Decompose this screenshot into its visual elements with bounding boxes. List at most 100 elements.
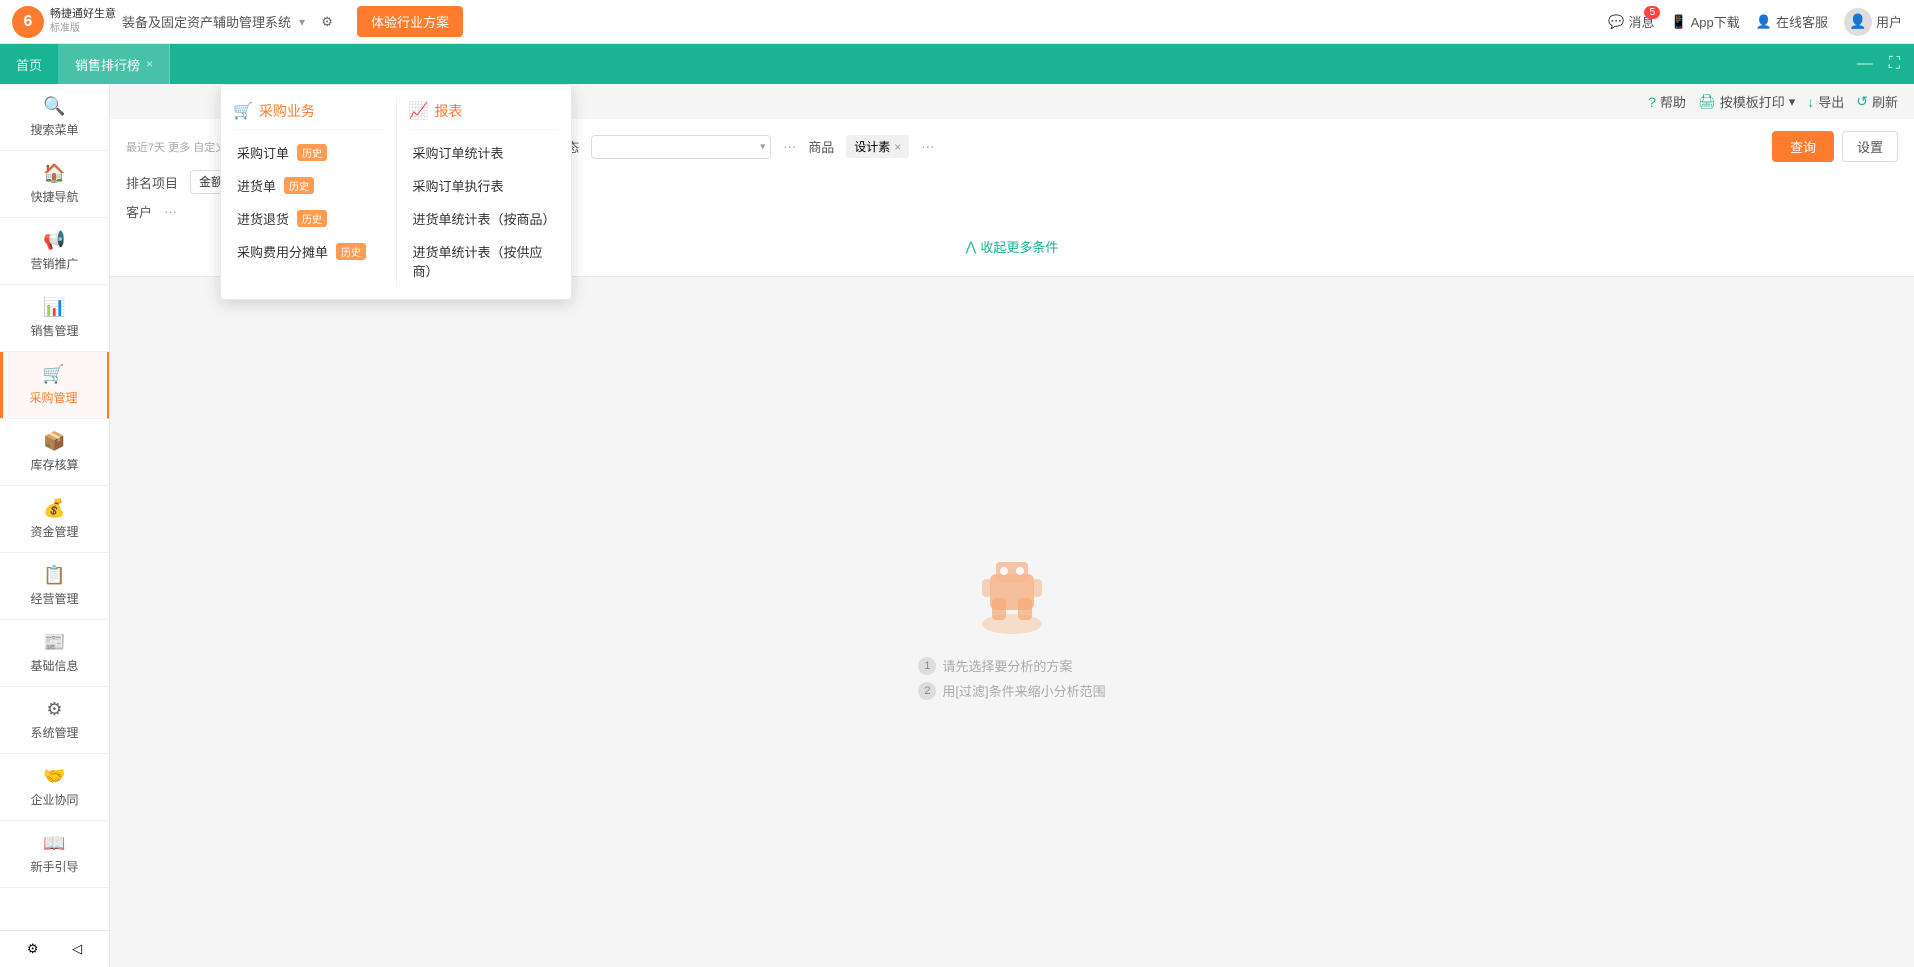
- enterprise-icon: 🤝: [43, 766, 65, 787]
- sidebar-label-nav: 快捷导航: [30, 188, 78, 205]
- sidebar-item-basic[interactable]: 📰 基础信息: [0, 620, 109, 687]
- empty-robot-svg: [962, 544, 1062, 644]
- phone-icon: 📱: [1670, 14, 1686, 30]
- order-status-select-wrap: ▾: [591, 135, 771, 159]
- online-service-btn[interactable]: 👤 在线客服: [1756, 12, 1828, 31]
- export-icon: ↓: [1807, 94, 1814, 110]
- tab-bar: 首页 销售排行榜 × — ⛶: [0, 44, 1914, 84]
- top-header: 6 畅捷通好生意 标准版 装备及固定资产辅助管理系统 ▾ ⚙ 体验行业方案 💬 …: [0, 0, 1914, 44]
- industry-btn[interactable]: 体验行业方案: [357, 6, 463, 37]
- home-icon: 🏠: [43, 163, 65, 184]
- tab-maximize-btn[interactable]: ⛶: [1883, 51, 1906, 77]
- print-btn[interactable]: 🖨 按模板打印 ▾: [1698, 92, 1795, 111]
- sidebar-item-finance[interactable]: 💰 资金管理: [0, 486, 109, 553]
- sales-icon: 📊: [43, 297, 65, 318]
- refresh-btn[interactable]: ↺ 刷新: [1856, 92, 1898, 111]
- dropdown-item-order-exec[interactable]: 采购订单执行表: [409, 169, 560, 202]
- product-dots: ···: [921, 139, 934, 154]
- tab-home-label: 首页: [16, 55, 42, 74]
- tab-sales-rank[interactable]: 销售排行榜 ×: [59, 44, 170, 84]
- active-bar: [0, 352, 3, 418]
- rank-label: 排名项目: [126, 173, 178, 192]
- dropdown-item-inbound-product[interactable]: 进货单统计表（按商品）: [409, 202, 560, 235]
- product-label: 商品: [808, 137, 834, 156]
- sidebar-item-purchase[interactable]: 🛒 采购管理: [0, 352, 109, 419]
- dropdown-report-col: 📈 报表 采购订单统计表 采购订单执行表 进货单统计表（按商品） 进货单统计表（…: [396, 97, 572, 287]
- sidebar-item-search[interactable]: 🔍 搜索菜单: [0, 84, 109, 151]
- search-icon: 🔍: [43, 96, 65, 117]
- query-btn[interactable]: 查询: [1772, 131, 1834, 162]
- refresh-icon: ↺: [1856, 93, 1868, 110]
- sidebar-label-system: 系统管理: [30, 724, 78, 741]
- marketing-icon: 📢: [43, 230, 65, 251]
- content-area: 🛒 采购业务 采购订单 历史 进货单 历史 进货退货 历史 采购费用分摊单: [110, 84, 1914, 967]
- sidebar-item-sales[interactable]: 📊 销售管理: [0, 285, 109, 352]
- settings-icon-btn[interactable]: ⚙: [313, 8, 341, 36]
- basic-icon: 📰: [43, 632, 65, 653]
- system-icon: ⚙: [46, 699, 62, 720]
- tip-num-2: 2: [918, 682, 936, 700]
- dropdown-item-expense[interactable]: 采购费用分摊单 历史: [233, 235, 384, 268]
- purchase-icon: 🛒: [42, 364, 64, 385]
- dropdown-item-return[interactable]: 进货退货 历史: [233, 202, 384, 235]
- sidebar-label-operations: 经营管理: [30, 590, 78, 607]
- message-badge: 5: [1644, 6, 1660, 19]
- system-title-area: 装备及固定资产辅助管理系统 ▾ ⚙ 体验行业方案: [122, 6, 1608, 37]
- empty-state: 1 请先选择要分析的方案 2 用[过滤]条件来缩小分析范围: [110, 277, 1914, 967]
- user-label: 用户: [1876, 12, 1902, 31]
- tab-sales-rank-label: 销售排行榜: [75, 55, 140, 74]
- history-badge-2: 历史: [297, 210, 327, 227]
- help-btn[interactable]: ? 帮助: [1648, 92, 1686, 111]
- order-status-select[interactable]: [591, 135, 771, 159]
- sidebar-item-nav[interactable]: 🏠 快捷导航: [0, 151, 109, 218]
- sidebar-label-guide: 新手引导: [30, 858, 78, 875]
- sidebar-settings-btn[interactable]: ⚙: [27, 941, 39, 957]
- sidebar-label-sales: 销售管理: [30, 322, 78, 339]
- sidebar-label-search: 搜索菜单: [30, 121, 78, 138]
- history-badge-0: 历史: [297, 144, 327, 161]
- sidebar-label-inventory: 库存核算: [30, 456, 78, 473]
- guide-icon: 📖: [43, 833, 65, 854]
- sidebar-item-marketing[interactable]: 📢 营销推广: [0, 218, 109, 285]
- sidebar-label-finance: 资金管理: [30, 523, 78, 540]
- print-icon: 🖨: [1698, 93, 1716, 110]
- logo-icon: 6: [12, 6, 44, 38]
- customer-dots: ···: [164, 204, 177, 219]
- tip-item-2: 2 用[过滤]条件来缩小分析范围: [918, 681, 1105, 700]
- setting-btn[interactable]: 设置: [1842, 131, 1898, 162]
- message-icon: 💬: [1608, 14, 1624, 30]
- purchase-title-icon: 🛒: [233, 101, 253, 121]
- sidebar-label-marketing: 营销推广: [30, 255, 78, 272]
- collapse-label: 收起更多条件: [980, 237, 1058, 256]
- logo-text: 畅捷通好生意 标准版: [50, 7, 116, 36]
- service-label: 在线客服: [1776, 12, 1828, 31]
- dropdown-item-inbound-supplier[interactable]: 进货单统计表（按供应商）: [409, 235, 560, 287]
- export-btn[interactable]: ↓ 导出: [1807, 92, 1844, 111]
- logo-area: 6 畅捷通好生意 标准版: [12, 6, 122, 38]
- sidebar-item-enterprise[interactable]: 🤝 企业协同: [0, 754, 109, 821]
- sidebar-item-inventory[interactable]: 📦 库存核算: [0, 419, 109, 486]
- dropdown-item-inbound[interactable]: 进货单 历史: [233, 169, 384, 202]
- tab-minimize-btn[interactable]: —: [1851, 51, 1879, 77]
- sidebar-item-operations[interactable]: 📋 经营管理: [0, 553, 109, 620]
- sidebar-bottom: ⚙ ◁: [0, 930, 109, 967]
- sidebar-item-guide[interactable]: 📖 新手引导: [0, 821, 109, 888]
- app-download-btn[interactable]: 📱 App下载: [1670, 12, 1739, 31]
- product-tag-text: 设计素: [854, 138, 890, 155]
- help-icon: ?: [1648, 94, 1656, 110]
- message-btn[interactable]: 💬 消息 5: [1608, 12, 1654, 31]
- sidebar-collapse-btn[interactable]: ◁: [72, 941, 82, 957]
- tab-close-icon[interactable]: ×: [146, 57, 153, 71]
- dropdown-item-purchase-order[interactable]: 采购订单 历史: [233, 136, 384, 169]
- sidebar-item-system[interactable]: ⚙ 系统管理: [0, 687, 109, 754]
- toolbar-right-btns: 查询 设置: [1772, 131, 1898, 162]
- main-layout: 🔍 搜索菜单 🏠 快捷导航 📢 营销推广 📊 销售管理 🛒 采购管理 📦 库存核…: [0, 84, 1914, 967]
- dropdown-item-order-stat[interactable]: 采购订单统计表: [409, 136, 560, 169]
- tab-home[interactable]: 首页: [0, 44, 59, 84]
- avatar: 👤: [1844, 8, 1872, 36]
- product-tag-close[interactable]: ×: [894, 140, 901, 154]
- dropdown-report-title: 📈 报表: [409, 97, 560, 130]
- user-btn[interactable]: 👤 用户: [1844, 8, 1902, 36]
- app-label: App下载: [1691, 12, 1740, 31]
- system-title-chevron[interactable]: ▾: [299, 15, 305, 29]
